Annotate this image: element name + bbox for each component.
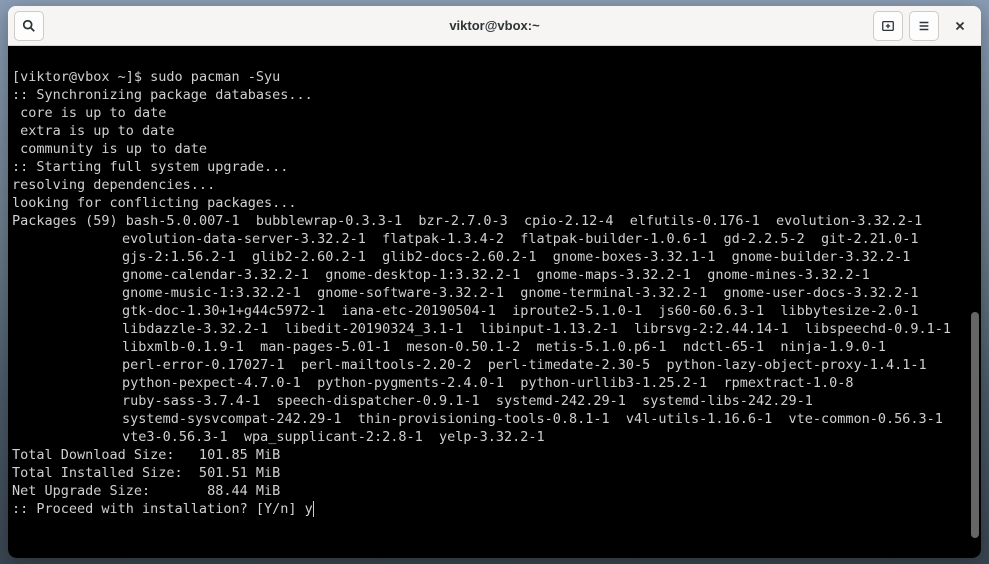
close-icon [953, 19, 967, 33]
output-line: resolving dependencies... [10, 176, 979, 194]
menu-button[interactable] [909, 11, 939, 41]
packages-row: perl-error-0.17027-1 perl-mailtools-2.20… [10, 356, 979, 374]
proceed-answer: y [305, 501, 313, 517]
window-title: viktor@vbox:~ [8, 18, 981, 33]
prompt-line: [viktor@vbox ~]$ sudo pacman -Syu [10, 68, 979, 86]
packages-row: gtk-doc-1.30+1+g44c5972-1 iana-etc-20190… [10, 302, 979, 320]
search-icon [22, 19, 36, 33]
output-line: community is up to date [10, 140, 979, 158]
terminal-window: viktor@vbox:~ [viktor@vbox ~]$ sudo pacm… [8, 6, 981, 558]
packages-row: evolution-data-server-3.32.2-1 flatpak-1… [10, 230, 979, 248]
packages-row: gjs-2:1.56.2-1 glib2-2.60.2-1 glib2-docs… [10, 248, 979, 266]
titlebar: viktor@vbox:~ [8, 6, 981, 46]
size-line: Total Installed Size: 501.51 MiB [10, 464, 979, 482]
command: sudo pacman -Syu [150, 69, 280, 85]
output-line: :: Synchronizing package databases... [10, 86, 979, 104]
header-right [873, 11, 975, 41]
output-line: core is up to date [10, 104, 979, 122]
packages-row: gnome-music-1:3.32.2-1 gnome-software-3.… [10, 284, 979, 302]
proceed-prompt: :: Proceed with installation? [Y/n] [12, 501, 305, 517]
search-button[interactable] [14, 11, 44, 41]
output-line: extra is up to date [10, 122, 979, 140]
cursor [313, 501, 314, 517]
packages-row: gnome-calendar-3.32.2-1 gnome-desktop-1:… [10, 266, 979, 284]
prompt: [viktor@vbox ~]$ [12, 69, 150, 85]
packages-row: libdazzle-3.32.2-1 libedit-20190324_3.1-… [10, 320, 979, 338]
packages-row: libxmlb-0.1.9-1 man-pages-5.01-1 meson-0… [10, 338, 979, 356]
close-button[interactable] [945, 11, 975, 41]
new-tab-icon [881, 19, 895, 33]
packages-row: ruby-sass-3.7.4-1 speech-dispatcher-0.9.… [10, 392, 979, 410]
packages-line: Packages (59) bash-5.0.007-1 bubblewrap-… [10, 212, 979, 230]
packages-row: systemd-sysvcompat-242.29-1 thin-provisi… [10, 410, 979, 428]
packages-row: bash-5.0.007-1 bubblewrap-0.3.3-1 bzr-2.… [126, 213, 923, 229]
new-tab-button[interactable] [873, 11, 903, 41]
packages-row: python-pexpect-4.7.0-1 python-pygments-2… [10, 374, 979, 392]
scroll-thumb[interactable] [971, 312, 979, 538]
output-line: :: Starting full system upgrade... [10, 158, 979, 176]
hamburger-icon [917, 19, 931, 33]
packages-header: Packages (59) [12, 213, 126, 229]
output-line: looking for conflicting packages... [10, 194, 979, 212]
packages-row: vte3-0.56.3-1 wpa_supplicant-2:2.8-1 yel… [10, 428, 979, 446]
size-line: Net Upgrade Size: 88.44 MiB [10, 482, 979, 500]
proceed-line: :: Proceed with installation? [Y/n] y [10, 500, 979, 518]
terminal-area[interactable]: [viktor@vbox ~]$ sudo pacman -Syu:: Sync… [8, 46, 981, 558]
size-line: Total Download Size: 101.85 MiB [10, 446, 979, 464]
scrollbar[interactable] [971, 56, 979, 548]
